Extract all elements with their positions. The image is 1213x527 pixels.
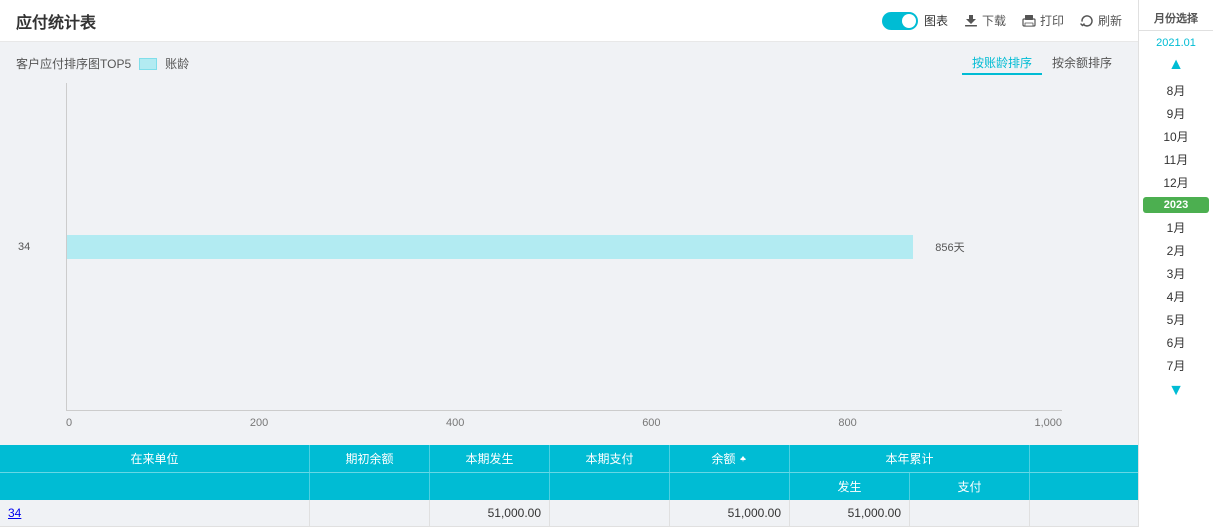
download-button[interactable]: 下载 [964,12,1006,29]
chart-x-axis [66,410,1062,411]
app-container: 应付统计表 图表 下载 打印 刷新 [0,0,1213,527]
th-period-occur: 本期发生 [430,445,550,472]
balance-sort-icon [738,454,748,464]
x-label-400: 400 [446,417,464,429]
sort-by-balance-button[interactable]: 按账龄排序 [962,52,1042,75]
sidebar-month-dec[interactable]: 12月 [1139,171,1213,194]
chart-header: 客户应付排序图TOP5 账龄 按账龄排序 按余额排序 [16,52,1122,75]
sidebar-month-jul[interactable]: 7月 [1139,354,1213,377]
table-header-row1: 在来单位 期初余额 本期发生 本期支付 余额 本年累计 [0,445,1138,472]
bar-value-label: 856天 [935,239,964,255]
x-label-0: 0 [66,417,72,429]
bar-chart-bar: 856天 [66,235,913,259]
th-balance: 余额 [670,445,790,472]
chart-y-axis [66,83,67,411]
th-incoming: 在来单位 [0,445,310,472]
th-sub-period-pay [550,473,670,500]
td-year-occur: 51,000.00 [790,500,910,526]
page-title: 应付统计表 [16,9,96,33]
sidebar-current-year-month: 2021.01 [1139,35,1213,51]
td-period-occur: 51,000.00 [430,500,550,526]
print-icon [1022,14,1036,28]
chart-section: 客户应付排序图TOP5 账龄 按账龄排序 按余额排序 34 856天 [0,42,1138,445]
sidebar-month-may[interactable]: 5月 [1139,308,1213,331]
sidebar-month-jun[interactable]: 6月 [1139,331,1213,354]
td-balance: 51,000.00 [670,500,790,526]
sidebar-month-sep[interactable]: 9月 [1139,102,1213,125]
x-label-600: 600 [642,417,660,429]
header-actions: 图表 下载 打印 刷新 [882,12,1122,30]
sidebar-year-2023[interactable]: 2023 [1143,197,1209,213]
table-header-row2: 发生 支付 [0,472,1138,500]
sidebar-month-feb[interactable]: 2月 [1139,239,1213,262]
chart-toggle-wrap[interactable]: 图表 [882,12,948,30]
sidebar-up-arrow[interactable]: ▲ [1164,53,1188,77]
th-year-cumul: 本年累计 [790,445,1030,472]
table-row: 34 51,000.00 51,000.00 51,000.00 [0,500,1138,527]
x-label-200: 200 [250,417,268,429]
td-year-pay [910,500,1030,526]
sidebar-month-aug[interactable]: 8月 [1139,79,1213,102]
sidebar-month-mar[interactable]: 3月 [1139,262,1213,285]
th-sub-period-balance [310,473,430,500]
month-sidebar: 月份选择 2021.01 ▲ 8月 9月 10月 11月 12月 2023 1月… [1138,0,1213,527]
th-sub-year-pay: 支付 [910,473,1030,500]
sidebar-month-jan[interactable]: 1月 [1139,216,1213,239]
print-button[interactable]: 打印 [1022,12,1064,29]
refresh-icon [1080,14,1094,28]
th-period-balance: 期初余额 [310,445,430,472]
x-axis-labels: 0 200 400 600 800 1,000 [66,417,1062,429]
sort-by-amount-button[interactable]: 按余额排序 [1042,52,1122,75]
chart-title: 客户应付排序图TOP5 [16,55,131,72]
th-period-pay: 本期支付 [550,445,670,472]
chart-toggle-label: 图表 [924,12,948,29]
incoming-link[interactable]: 34 [8,506,21,520]
td-period-balance [310,500,430,526]
sidebar-down-arrow[interactable]: ▼ [1164,379,1188,403]
page-header: 应付统计表 图表 下载 打印 刷新 [0,0,1138,42]
th-sub-year-occur: 发生 [790,473,910,500]
sidebar-month-oct[interactable]: 10月 [1139,125,1213,148]
legend-label: 账龄 [165,55,189,72]
sidebar-title: 月份选择 [1139,6,1213,31]
legend-box [139,58,157,70]
td-incoming: 34 [0,500,310,526]
x-label-800: 800 [838,417,856,429]
bar-y-label: 34 [18,241,30,253]
download-icon [964,14,978,28]
td-period-pay [550,500,670,526]
th-sub-balance [670,473,790,500]
th-sub-period-occur [430,473,550,500]
content-area: 应付统计表 图表 下载 打印 刷新 [0,0,1138,527]
x-label-1000: 1,000 [1034,417,1062,429]
table-section: 在来单位 期初余额 本期发生 本期支付 余额 本年累计 发生 支付 [0,445,1138,527]
refresh-button[interactable]: 刷新 [1080,12,1122,29]
th-sub-incoming [0,473,310,500]
chart-sort-buttons: 按账龄排序 按余额排序 [962,52,1122,75]
chart-body: 34 856天 0 200 400 600 800 1,000 [66,83,1062,411]
sidebar-month-apr[interactable]: 4月 [1139,285,1213,308]
chart-legend: 客户应付排序图TOP5 账龄 [16,55,189,72]
chart-toggle[interactable] [882,12,918,30]
sidebar-month-nov[interactable]: 11月 [1139,148,1213,171]
